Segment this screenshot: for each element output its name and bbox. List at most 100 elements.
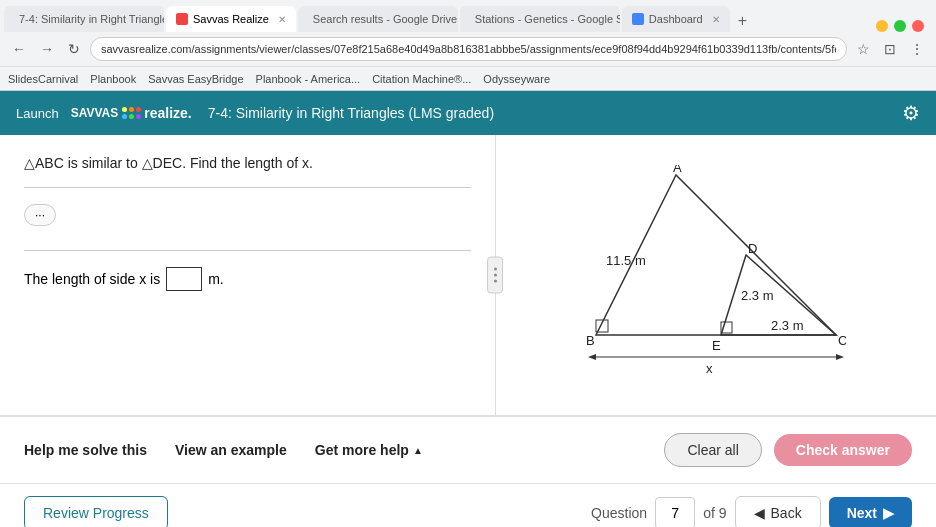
label-11-5m: 11.5 m bbox=[606, 253, 646, 268]
chevron-up-icon: ▲ bbox=[413, 445, 423, 456]
left-panel: △ABC is similar to △DEC. Find the length… bbox=[0, 135, 496, 415]
triangle-diagram: A B C D E 11.5 m 2.3 m 2.3 m x bbox=[586, 165, 846, 385]
back-arrow-icon: ◀ bbox=[754, 505, 765, 521]
triangle-svg: A B C D E 11.5 m 2.3 m 2.3 m x bbox=[586, 165, 846, 385]
pagination: Question 7 of 9 ◀ Back Next ▶ bbox=[591, 496, 912, 528]
bookmark-btn[interactable]: ☆ bbox=[853, 39, 874, 59]
label-x: x bbox=[706, 361, 713, 376]
app-header: Launch SAVVAS realize. 7-4: Similarity i… bbox=[0, 91, 936, 135]
savvas-logo: SAVVAS realize. bbox=[71, 105, 192, 121]
panel-drag-handle[interactable] bbox=[487, 257, 503, 294]
tab-3[interactable]: Search results - Google Drive ✕ bbox=[298, 6, 458, 32]
close-btn[interactable] bbox=[912, 20, 924, 32]
tab-2[interactable]: Savvas Realize ✕ bbox=[166, 6, 296, 32]
divider-2 bbox=[24, 250, 471, 251]
browser-chrome: 7-4: Similarity in Right Triangles ✕ Sav… bbox=[0, 0, 936, 91]
review-progress-button[interactable]: Review Progress bbox=[24, 496, 168, 528]
svg-marker-5 bbox=[588, 354, 596, 360]
dot-4 bbox=[122, 114, 127, 119]
svg-marker-6 bbox=[836, 354, 844, 360]
dot-3 bbox=[136, 107, 141, 112]
get-more-help-btn[interactable]: Get more help ▲ bbox=[315, 442, 423, 458]
check-answer-button[interactable]: Check answer bbox=[774, 434, 912, 466]
label-B: B bbox=[586, 333, 595, 348]
dot-6 bbox=[136, 114, 141, 119]
footer: Review Progress Question 7 of 9 ◀ Back N… bbox=[0, 483, 936, 527]
label-2-3m-ec: 2.3 m bbox=[771, 318, 804, 333]
tab-close-5[interactable]: ✕ bbox=[712, 14, 720, 25]
maximize-btn[interactable] bbox=[894, 20, 906, 32]
bookmark-slidescarnival[interactable]: SlidesCarnival bbox=[8, 73, 78, 85]
logo-dots bbox=[122, 107, 140, 119]
menu-btn[interactable]: ⋮ bbox=[906, 39, 928, 59]
action-buttons: Clear all Check answer bbox=[664, 433, 912, 467]
answer-unit: m. bbox=[208, 271, 224, 287]
extensions-btn[interactable]: ⊡ bbox=[880, 39, 900, 59]
label-C: C bbox=[838, 333, 846, 348]
minimize-btn[interactable] bbox=[876, 20, 888, 32]
question-label: Question bbox=[591, 505, 647, 521]
back-label: Back bbox=[771, 505, 802, 521]
tab-5[interactable]: Dashboard ✕ bbox=[622, 6, 730, 32]
back-nav-btn[interactable]: ← bbox=[8, 39, 30, 59]
new-tab-button[interactable]: + bbox=[732, 10, 753, 32]
address-input[interactable]: savvasrealize.com/assignments/viewer/cla… bbox=[90, 37, 847, 61]
settings-button[interactable]: ⚙ bbox=[902, 101, 920, 125]
logo-realize: realize. bbox=[144, 105, 191, 121]
tab-2-label: Savvas Realize bbox=[193, 13, 269, 25]
next-label: Next bbox=[847, 505, 877, 521]
label-E: E bbox=[712, 338, 721, 353]
clear-all-button[interactable]: Clear all bbox=[664, 433, 761, 467]
help-me-solve-link[interactable]: Help me solve this bbox=[24, 442, 147, 458]
bookmark-citation[interactable]: Citation Machine®... bbox=[372, 73, 471, 85]
next-button[interactable]: Next ▶ bbox=[829, 497, 912, 528]
dot-2 bbox=[129, 107, 134, 112]
answer-row: The length of side x is m. bbox=[24, 267, 471, 291]
address-bar-row: ← → ↻ savvasrealize.com/assignments/view… bbox=[0, 32, 936, 66]
bookmark-planbook[interactable]: Planbook bbox=[90, 73, 136, 85]
ellipsis-label: ··· bbox=[35, 208, 45, 222]
reload-btn[interactable]: ↻ bbox=[64, 39, 84, 59]
label-D: D bbox=[748, 241, 757, 256]
back-button[interactable]: ◀ Back bbox=[735, 496, 821, 528]
drag-dot-3 bbox=[494, 280, 497, 283]
label-A: A bbox=[673, 165, 682, 175]
right-panel: A B C D E 11.5 m 2.3 m 2.3 m x bbox=[496, 135, 936, 415]
tab-2-favicon bbox=[176, 13, 188, 25]
tab-5-label: Dashboard bbox=[649, 13, 703, 25]
window-controls bbox=[876, 20, 932, 32]
label-2-3m-de: 2.3 m bbox=[741, 288, 774, 303]
savvas-text: SAVVAS bbox=[71, 106, 119, 120]
answer-input[interactable] bbox=[166, 267, 202, 291]
drag-dot-2 bbox=[494, 274, 497, 277]
bookmark-odysseyware[interactable]: Odysseyware bbox=[483, 73, 550, 85]
next-arrow-icon: ▶ bbox=[883, 505, 894, 521]
divider bbox=[24, 187, 471, 188]
settings-icon: ⚙ bbox=[902, 102, 920, 124]
dot-1 bbox=[122, 107, 127, 112]
forward-nav-btn[interactable]: → bbox=[36, 39, 58, 59]
bookmarks-bar: SlidesCarnival Planbook Savvas EasyBridg… bbox=[0, 66, 936, 90]
page-title: 7-4: Similarity in Right Triangles (LMS … bbox=[208, 105, 494, 121]
main-content: △ABC is similar to △DEC. Find the length… bbox=[0, 135, 936, 415]
tab-1[interactable]: 7-4: Similarity in Right Triangles ✕ bbox=[4, 6, 164, 32]
tab-5-favicon bbox=[632, 13, 644, 25]
answer-prefix: The length of side x is bbox=[24, 271, 160, 287]
tab-4[interactable]: Stations - Genetics - Google Slic... ✕ bbox=[460, 6, 620, 32]
question-number-input[interactable]: 7 bbox=[655, 497, 695, 528]
tab-close-2[interactable]: ✕ bbox=[278, 14, 286, 25]
of-label: of 9 bbox=[703, 505, 726, 521]
view-example-link[interactable]: View an example bbox=[175, 442, 287, 458]
bookmark-easybridge[interactable]: Savvas EasyBridge bbox=[148, 73, 243, 85]
tab-1-label: 7-4: Similarity in Right Triangles bbox=[19, 13, 164, 25]
bookmark-planbook-america[interactable]: Planbook - America... bbox=[256, 73, 361, 85]
drag-dot-1 bbox=[494, 268, 497, 271]
tab-3-label: Search results - Google Drive bbox=[313, 13, 457, 25]
launch-label: Launch bbox=[16, 106, 59, 121]
bottom-toolbar: Help me solve this View an example Get m… bbox=[0, 415, 936, 483]
get-more-help-label: Get more help bbox=[315, 442, 409, 458]
question-text: △ABC is similar to △DEC. Find the length… bbox=[24, 155, 471, 171]
ellipsis-button[interactable]: ··· bbox=[24, 204, 56, 226]
dot-5 bbox=[129, 114, 134, 119]
tab-bar: 7-4: Similarity in Right Triangles ✕ Sav… bbox=[0, 0, 936, 32]
